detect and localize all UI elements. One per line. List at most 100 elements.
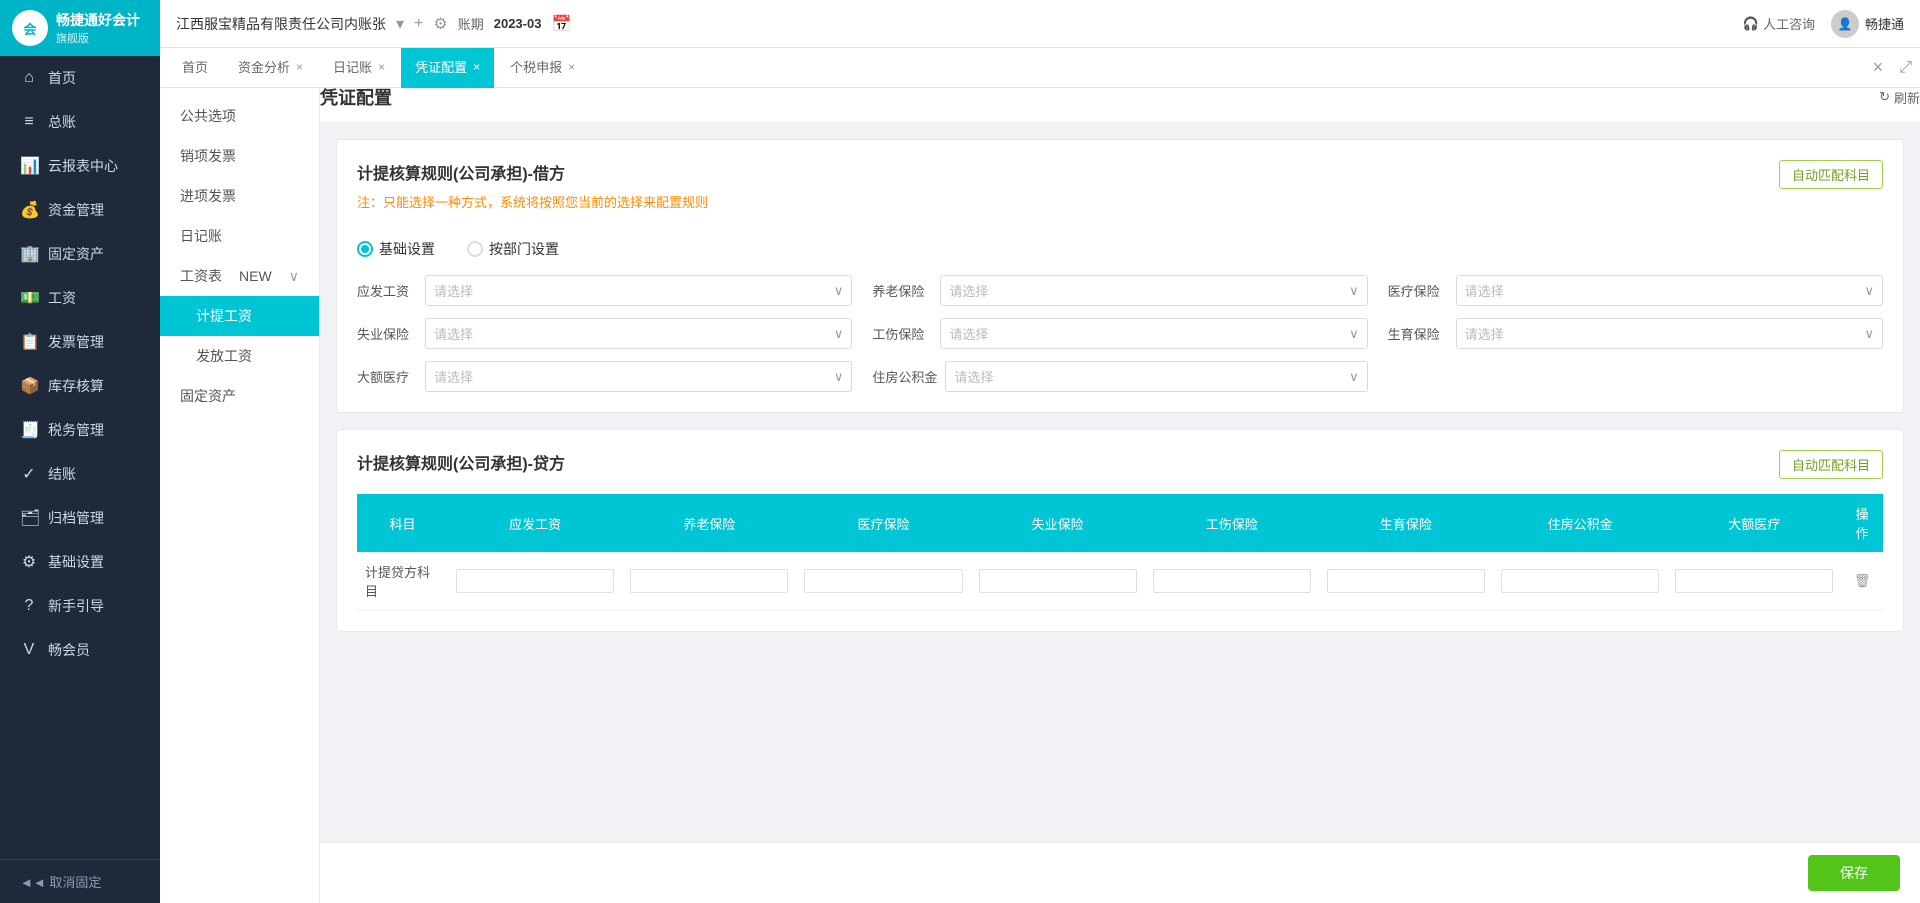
section-credit: 计提核算规则(公司承担)-贷方 自动匹配科目 科目 应发工资 养老保险 医疗保险… — [336, 429, 1904, 632]
select-shengyu[interactable]: 请选择 ∨ — [1456, 318, 1883, 349]
select-yingfa[interactable]: 请选择 ∨ — [425, 275, 852, 306]
sidebar: 会 畅捷通好会计 旗舰版 ⌂ 首页 ≡ 总账 📊 云报表中心 💰 资金管理 🏢 … — [0, 0, 160, 903]
select-yanglao[interactable]: 请选择 ∨ — [940, 275, 1367, 306]
sidebar-item-tax[interactable]: 🧾 税务管理 — [0, 408, 160, 452]
service-button[interactable]: 🎧 人工咨询 — [1743, 14, 1815, 33]
radio-dept[interactable]: 按部门设置 — [467, 239, 559, 259]
input-gongshang[interactable] — [1153, 569, 1311, 593]
app-version: 旗舰版 — [56, 30, 140, 46]
select-shiye-placeholder: 请选择 — [434, 324, 473, 343]
sidebar-item-guide[interactable]: ? 新手引导 — [0, 584, 160, 628]
tab-funds[interactable]: 资金分析 × — [224, 48, 317, 88]
radio-basic[interactable]: 基础设置 — [357, 239, 435, 259]
menu-item-journal[interactable]: 日记账 — [160, 216, 319, 256]
sidebar-item-label: 工资 — [48, 288, 76, 308]
chevron-down-icon: ∨ — [1349, 326, 1359, 342]
page-header: 凭证配置 ↻ 刷新 — [320, 88, 1920, 123]
input-daeyiliao[interactable] — [1675, 569, 1833, 593]
close-all-tabs-icon[interactable]: × — [1865, 57, 1892, 78]
sidebar-item-assets[interactable]: 🏢 固定资产 — [0, 232, 160, 276]
tab-funds-close[interactable]: × — [296, 60, 303, 74]
tab-voucher[interactable]: 凭证配置 × — [401, 48, 494, 88]
section-debit-note: 注：只能选择一种方式，系统将按照您当前的选择来配置规则 — [357, 192, 708, 211]
tab-voucher-label: 凭证配置 — [415, 57, 467, 76]
select-gongjijin[interactable]: 请选择 ∨ — [945, 361, 1367, 392]
input-gongjijin[interactable] — [1501, 569, 1659, 593]
chevron-down-icon: ∨ — [1349, 283, 1359, 299]
input-yanglao[interactable] — [630, 569, 788, 593]
sidebar-item-inventory[interactable]: 📦 库存核算 — [0, 364, 160, 408]
sidebar-item-home[interactable]: ⌂ 首页 — [0, 56, 160, 100]
select-daeyiliao[interactable]: 请选择 ∨ — [425, 361, 852, 392]
refresh-button[interactable]: ↻ 刷新 — [1879, 88, 1920, 107]
period-label: 账期 — [458, 14, 484, 33]
reports-icon: 📊 — [20, 156, 38, 176]
tab-tax-close[interactable]: × — [568, 60, 575, 74]
menu-item-sales[interactable]: 销项发票 — [160, 136, 319, 176]
menu-item-calc-salary[interactable]: 计提工资 — [160, 296, 319, 336]
refresh-icon: ↻ — [1879, 89, 1890, 105]
tab-funds-label: 资金分析 — [238, 57, 290, 76]
debit-form-grid: 应发工资 请选择 ∨ 养老保险 请选择 ∨ — [357, 275, 1883, 392]
select-gongshang-placeholder: 请选择 — [949, 324, 988, 343]
inventory-icon: 📦 — [20, 376, 38, 396]
expand-icon[interactable]: ⤢ — [1899, 59, 1912, 77]
col-action: 操作 — [1841, 494, 1883, 552]
menu-item-pay-salary[interactable]: 发放工资 — [160, 336, 319, 376]
tab-journal[interactable]: 日记账 × — [319, 48, 399, 88]
tab-voucher-close[interactable]: × — [473, 60, 480, 74]
archive-icon: 🗂 — [20, 508, 38, 528]
select-shiye[interactable]: 请选择 ∨ — [425, 318, 852, 349]
auto-match-debit-button[interactable]: 自动匹配科目 — [1779, 160, 1883, 189]
menu-group-salary[interactable]: 工资表 NEW ∨ — [160, 256, 319, 296]
menu-item-purchase[interactable]: 进项发票 — [160, 176, 319, 216]
settings-icon[interactable]: ⚙ — [433, 14, 447, 34]
sidebar-item-close[interactable]: ✓ 结账 — [0, 452, 160, 496]
sidebar-item-archive[interactable]: 🗂 归档管理 — [0, 496, 160, 540]
page-content: 计提核算规则(公司承担)-借方 注：只能选择一种方式，系统将按照您当前的选择来配… — [320, 123, 1920, 842]
menu-item-fixed-assets[interactable]: 固定资产 — [160, 376, 319, 416]
cell-action: 🗑 — [1841, 552, 1883, 611]
add-account-icon[interactable]: + — [414, 15, 423, 33]
sidebar-item-invoice[interactable]: 📋 发票管理 — [0, 320, 160, 364]
chevron-down-icon: ∨ — [289, 268, 299, 285]
label-yingfa: 应发工资 — [357, 281, 417, 300]
sidebar-item-label: 税务管理 — [48, 420, 104, 440]
salary-icon: 💵 — [20, 288, 38, 308]
menu-item-public[interactable]: 公共选项 — [160, 96, 319, 136]
assets-icon: 🏢 — [20, 244, 38, 264]
period-value: 2023-03 — [494, 16, 542, 31]
home-icon: ⌂ — [20, 69, 38, 87]
form-row-gongshang: 工伤保险 请选择 ∨ — [872, 318, 1367, 349]
sidebar-item-vip[interactable]: V 畅会员 — [0, 628, 160, 672]
input-yiliao[interactable] — [804, 569, 962, 593]
tab-tax[interactable]: 个税申报 × — [496, 48, 589, 88]
unpin-button[interactable]: ◄◄ 取消固定 — [0, 859, 160, 903]
sidebar-item-label: 库存核算 — [48, 376, 104, 396]
sidebar-item-settings[interactable]: ⚙ 基础设置 — [0, 540, 160, 584]
sidebar-item-reports[interactable]: 📊 云报表中心 — [0, 144, 160, 188]
sidebar-item-salary[interactable]: 💵 工资 — [0, 276, 160, 320]
input-shiye[interactable] — [979, 569, 1137, 593]
input-yingfa[interactable] — [456, 569, 614, 593]
input-shengyu[interactable] — [1327, 569, 1485, 593]
select-yiliao[interactable]: 请选择 ∨ — [1456, 275, 1883, 306]
sidebar-item-label: 发票管理 — [48, 332, 104, 352]
company-dropdown-icon[interactable]: ▾ — [396, 14, 404, 34]
sidebar-item-ledger[interactable]: ≡ 总账 — [0, 100, 160, 144]
delete-icon[interactable]: 🗑 — [1854, 573, 1871, 588]
save-button[interactable]: 保存 — [1808, 855, 1900, 891]
sidebar-item-label: 固定资产 — [48, 244, 104, 264]
col-shiye: 失业保险 — [971, 494, 1145, 552]
label-gongshang: 工伤保险 — [872, 324, 932, 343]
select-gongshang[interactable]: 请选择 ∨ — [940, 318, 1367, 349]
calendar-icon[interactable]: 📅 — [551, 14, 571, 34]
table-header-row: 科目 应发工资 养老保险 医疗保险 失业保险 工伤保险 生育保险 住房公积金 大… — [357, 494, 1883, 552]
tab-journal-close[interactable]: × — [378, 60, 385, 74]
sidebar-item-funds[interactable]: 💰 资金管理 — [0, 188, 160, 232]
auto-match-credit-button[interactable]: 自动匹配科目 — [1779, 450, 1883, 479]
label-daeyiliao: 大额医疗 — [357, 367, 417, 386]
tab-home[interactable]: 首页 — [168, 48, 222, 88]
col-yiliao: 医疗保险 — [796, 494, 970, 552]
radio-basic-circle — [357, 241, 373, 257]
